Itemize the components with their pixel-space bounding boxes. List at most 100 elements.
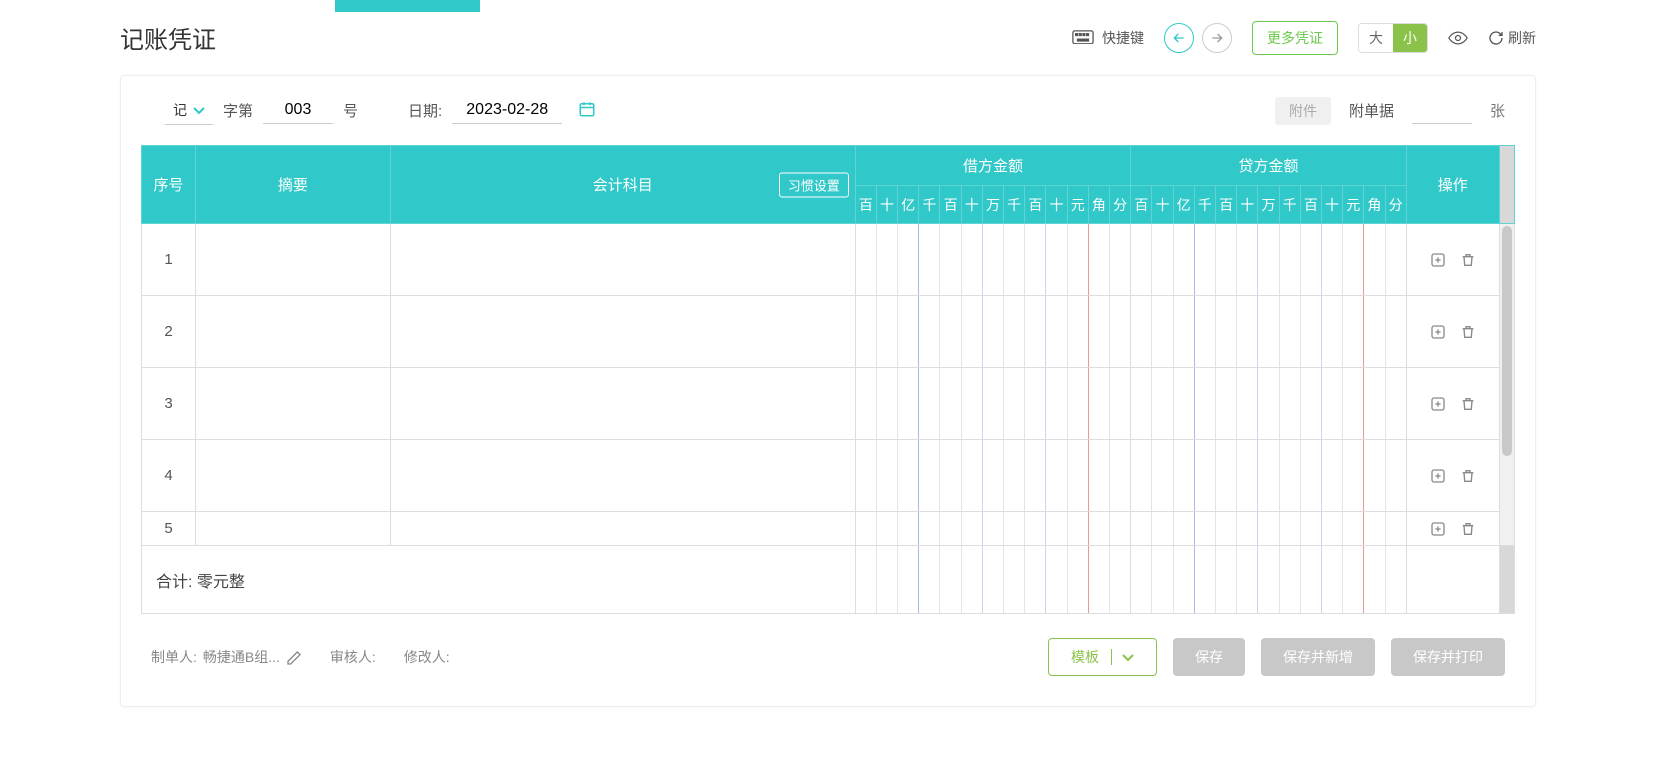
date-label: 日期: xyxy=(408,100,442,121)
cell-summary[interactable] xyxy=(196,512,391,546)
shortcut-label: 快捷键 xyxy=(1102,28,1144,48)
voucher-number-input[interactable] xyxy=(263,97,333,124)
delete-row-icon[interactable] xyxy=(1460,520,1476,537)
th-digit: 千 xyxy=(919,186,940,224)
size-large-button[interactable]: 大 xyxy=(1359,24,1393,52)
shortcut-group[interactable]: 快捷键 xyxy=(1072,28,1144,48)
cell-operation xyxy=(1406,224,1499,296)
footer-info: 制单人: 畅捷通B组... 审核人: 修改人: xyxy=(151,647,450,667)
cell-debit[interactable] xyxy=(855,224,1131,296)
th-scroll xyxy=(1499,146,1514,224)
cell-credit[interactable] xyxy=(1131,296,1407,368)
cell-operation xyxy=(1406,368,1499,440)
voucher-type-value: 记 xyxy=(173,100,187,120)
cell-credit[interactable] xyxy=(1131,368,1407,440)
total-debit xyxy=(855,546,1131,614)
save-print-button[interactable]: 保存并打印 xyxy=(1391,638,1505,676)
total-text: 零元整 xyxy=(197,574,245,591)
cell-credit[interactable] xyxy=(1131,224,1407,296)
th-digit: 元 xyxy=(1067,186,1088,224)
voucher-form-row: 记 字第 号 日期: 附件 附单据 张 xyxy=(141,96,1515,145)
total-row: 合计: 零元整 xyxy=(142,546,1515,614)
th-debit: 借方金额 xyxy=(855,146,1131,186)
cell-debit[interactable] xyxy=(855,440,1131,512)
cell-summary[interactable] xyxy=(196,440,391,512)
th-subject-label: 会计科目 xyxy=(593,177,653,194)
next-button[interactable] xyxy=(1202,23,1232,53)
th-digit: 万 xyxy=(982,186,1003,224)
cell-debit[interactable] xyxy=(855,512,1131,546)
cell-scroll xyxy=(1499,224,1514,546)
th-digit: 亿 xyxy=(898,186,919,224)
cell-seq: 5 xyxy=(142,512,196,546)
th-credit: 贷方金额 xyxy=(1131,146,1407,186)
delete-row-icon[interactable] xyxy=(1460,323,1476,340)
habit-settings-button[interactable]: 习惯设置 xyxy=(779,172,849,197)
total-cell: 合计: 零元整 xyxy=(142,546,856,614)
cell-subject[interactable] xyxy=(390,512,855,546)
add-row-icon[interactable] xyxy=(1430,323,1446,340)
delete-row-icon[interactable] xyxy=(1460,467,1476,484)
delete-row-icon[interactable] xyxy=(1460,251,1476,268)
th-digit: 十 xyxy=(1152,186,1173,224)
template-chevron-icon xyxy=(1111,649,1134,665)
th-digit: 角 xyxy=(1364,186,1385,224)
cell-subject[interactable] xyxy=(390,440,855,512)
scrollbar-thumb[interactable] xyxy=(1502,226,1512,456)
th-digit: 万 xyxy=(1258,186,1279,224)
modifier-label: 修改人: xyxy=(404,647,450,667)
th-digit: 分 xyxy=(1385,186,1406,224)
add-row-icon[interactable] xyxy=(1430,251,1446,268)
hao-label: 号 xyxy=(343,100,358,121)
th-digit: 百 xyxy=(1025,186,1046,224)
th-digit: 十 xyxy=(961,186,982,224)
date-input[interactable] xyxy=(452,97,562,124)
cell-debit[interactable] xyxy=(855,368,1131,440)
preview-button[interactable] xyxy=(1448,31,1468,45)
total-scroll xyxy=(1499,546,1514,614)
maker-group: 制单人: 畅捷通B组... xyxy=(151,647,302,667)
th-digit: 元 xyxy=(1343,186,1364,224)
cell-summary[interactable] xyxy=(196,296,391,368)
cell-summary[interactable] xyxy=(196,368,391,440)
edit-maker-icon[interactable] xyxy=(286,648,302,665)
cell-subject[interactable] xyxy=(390,368,855,440)
table-row: 1 xyxy=(142,224,1515,296)
auditor-label: 审核人: xyxy=(330,647,376,667)
more-vouchers-button[interactable]: 更多凭证 xyxy=(1252,21,1338,55)
cell-credit[interactable] xyxy=(1131,512,1407,546)
calendar-icon[interactable] xyxy=(578,100,596,121)
th-subject: 会计科目 习惯设置 xyxy=(390,146,855,224)
prev-button[interactable] xyxy=(1164,23,1194,53)
th-digit: 百 xyxy=(1131,186,1152,224)
size-toggle: 大 小 xyxy=(1358,23,1428,53)
template-button[interactable]: 模板 xyxy=(1048,638,1157,676)
cell-subject[interactable] xyxy=(390,296,855,368)
th-digit: 百 xyxy=(855,186,876,224)
zhang-label: 张 xyxy=(1490,100,1505,121)
template-label: 模板 xyxy=(1071,647,1099,667)
total-op xyxy=(1406,546,1499,614)
save-new-button[interactable]: 保存并新增 xyxy=(1261,638,1375,676)
delete-row-icon[interactable] xyxy=(1460,395,1476,412)
cell-summary[interactable] xyxy=(196,224,391,296)
th-digit: 分 xyxy=(1109,186,1130,224)
add-row-icon[interactable] xyxy=(1430,467,1446,484)
cell-debit[interactable] xyxy=(855,296,1131,368)
cell-credit[interactable] xyxy=(1131,440,1407,512)
save-button[interactable]: 保存 xyxy=(1173,638,1245,676)
voucher-type-dropdown[interactable]: 记 xyxy=(165,96,213,125)
add-row-icon[interactable] xyxy=(1430,520,1446,537)
th-operation: 操作 xyxy=(1406,146,1499,224)
cell-operation xyxy=(1406,296,1499,368)
cell-subject[interactable] xyxy=(390,224,855,296)
table-row: 4 xyxy=(142,440,1515,512)
cell-operation xyxy=(1406,512,1499,546)
add-row-icon[interactable] xyxy=(1430,395,1446,412)
refresh-label: 刷新 xyxy=(1508,28,1536,48)
chevron-down-icon xyxy=(193,102,205,118)
attach-count-input[interactable] xyxy=(1412,97,1472,124)
refresh-button[interactable]: 刷新 xyxy=(1488,28,1536,48)
th-digit: 十 xyxy=(876,186,897,224)
size-small-button[interactable]: 小 xyxy=(1393,24,1427,52)
